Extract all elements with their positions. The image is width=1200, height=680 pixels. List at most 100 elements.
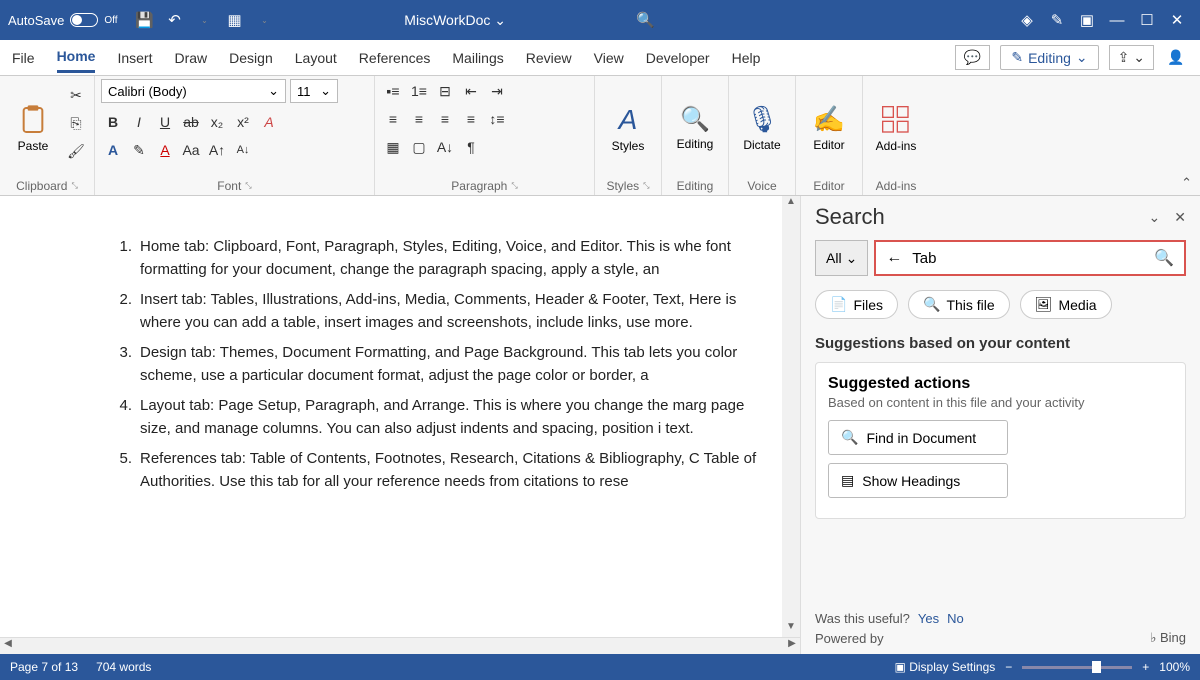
addins-button[interactable]: Add-ins (869, 79, 923, 177)
align-center-icon[interactable]: ≡ (407, 107, 431, 131)
page-indicator[interactable]: Page 7 of 13 (10, 660, 78, 674)
copy-icon[interactable]: ⎘ (64, 111, 88, 135)
display-settings[interactable]: ▣ Display Settings (895, 660, 996, 674)
cut-icon[interactable]: ✂ (64, 83, 88, 107)
tab-layout[interactable]: Layout (295, 44, 337, 72)
autosave-toggle[interactable]: AutoSave Off (8, 13, 118, 28)
borders-icon[interactable]: ▢ (407, 135, 431, 159)
underline-icon[interactable]: U (153, 110, 177, 134)
editing-mode-button[interactable]: ✎ Editing ⌄ (1000, 45, 1098, 70)
italic-icon[interactable]: I (127, 110, 151, 134)
font-color-icon[interactable]: A (153, 138, 177, 162)
list-item[interactable]: References tab: Table of Contents, Footn… (110, 448, 762, 493)
document-title[interactable]: MiscWorkDoc ⌄ (280, 12, 631, 29)
justify-icon[interactable]: ≡ (459, 107, 483, 131)
align-right-icon[interactable]: ≡ (433, 107, 457, 131)
font-size-select[interactable]: 11⌄ (290, 79, 338, 103)
word-count[interactable]: 704 words (96, 660, 151, 674)
window-icon[interactable]: ▣ (1072, 5, 1102, 35)
zoom-slider[interactable] (1022, 666, 1132, 669)
search-input-box[interactable]: ← 🔍 (874, 240, 1186, 276)
scroll-down-icon[interactable]: ▼ (782, 621, 800, 637)
shrink-font-icon[interactable]: A↓ (231, 138, 255, 162)
inc-indent-icon[interactable]: ⇥ (485, 79, 509, 103)
multilevel-list-icon[interactable]: ⊟ (433, 79, 457, 103)
pane-close-icon[interactable]: ✕ (1174, 209, 1186, 226)
search-submit-icon[interactable]: 🔍 (1154, 248, 1174, 268)
close-icon[interactable]: ✕ (1162, 5, 1192, 35)
superscript-icon[interactable]: x² (231, 110, 255, 134)
tab-file[interactable]: File (12, 44, 35, 72)
zoom-level[interactable]: 100% (1159, 660, 1190, 674)
highlight-icon[interactable]: ✎ (127, 138, 151, 162)
scroll-left-icon[interactable]: ◀ (0, 638, 16, 654)
list-item[interactable]: Design tab: Themes, Document Formatting,… (110, 342, 762, 387)
bullet-list-icon[interactable]: ▪≡ (381, 79, 405, 103)
search-input[interactable] (912, 250, 1144, 267)
shading-icon[interactable]: ▦ (381, 135, 405, 159)
vertical-scrollbar[interactable]: ▲ ▼ (782, 196, 800, 637)
dictate-button[interactable]: 🎙Dictate (735, 79, 789, 177)
feedback-no[interactable]: No (947, 611, 964, 626)
line-spacing-icon[interactable]: ↕≡ (485, 107, 509, 131)
maximize-icon[interactable]: ☐ (1132, 5, 1162, 35)
bold-icon[interactable]: B (101, 110, 125, 134)
find-in-document-button[interactable]: 🔍 Find in Document (828, 420, 1008, 455)
format-painter-icon[interactable]: 🖌 (64, 139, 88, 163)
pill-media[interactable]: 🖼 Media (1020, 290, 1112, 319)
document-content[interactable]: Home tab: Clipboard, Font, Paragraph, St… (0, 236, 782, 493)
share-button[interactable]: ⇪ ⌄ (1109, 45, 1154, 70)
document-scroll[interactable]: Home tab: Clipboard, Font, Paragraph, St… (0, 196, 782, 637)
paste-button[interactable]: Paste (6, 79, 60, 177)
tab-references[interactable]: References (359, 44, 431, 72)
editor-button[interactable]: ✍Editor (802, 79, 856, 177)
grow-font-icon[interactable]: A↑ (205, 138, 229, 162)
editing-button[interactable]: 🔍Editing (668, 79, 722, 177)
align-left-icon[interactable]: ≡ (381, 107, 405, 131)
change-case-icon[interactable]: Aa (179, 138, 203, 162)
feedback-yes[interactable]: Yes (918, 611, 939, 626)
tab-insert[interactable]: Insert (117, 44, 152, 72)
tab-view[interactable]: View (594, 44, 624, 72)
horizontal-scrollbar[interactable]: ◀ ▶ (0, 637, 800, 654)
sort-icon[interactable]: A↓ (433, 135, 457, 159)
list-item[interactable]: Layout tab: Page Setup, Paragraph, and A… (110, 395, 762, 440)
tab-mailings[interactable]: Mailings (452, 44, 503, 72)
pill-files[interactable]: 📄 Files (815, 290, 898, 319)
zoom-in-icon[interactable]: + (1142, 660, 1149, 674)
comments-button[interactable]: 💬 (955, 45, 990, 70)
back-arrow-icon[interactable]: ← (886, 249, 902, 267)
diamond-icon[interactable]: ◈ (1012, 5, 1042, 35)
strike-icon[interactable]: ab (179, 110, 203, 134)
collapse-ribbon-icon[interactable]: ⌃ (1181, 175, 1192, 191)
tab-help[interactable]: Help (732, 44, 761, 72)
tab-design[interactable]: Design (229, 44, 273, 72)
text-effects-icon[interactable]: A (101, 138, 125, 162)
show-marks-icon[interactable]: ¶ (459, 135, 483, 159)
show-headings-button[interactable]: ▤ Show Headings (828, 463, 1008, 498)
dec-indent-icon[interactable]: ⇤ (459, 79, 483, 103)
list-item[interactable]: Home tab: Clipboard, Font, Paragraph, St… (110, 236, 762, 281)
list-item[interactable]: Insert tab: Tables, Illustrations, Add-i… (110, 289, 762, 334)
search-scope-all[interactable]: All ⌄ (815, 240, 868, 276)
qat-more-icon[interactable]: ⌄ (250, 5, 280, 35)
tab-draw[interactable]: Draw (174, 44, 207, 72)
tab-developer[interactable]: Developer (646, 44, 710, 72)
font-name-select[interactable]: Calibri (Body)⌄ (101, 79, 286, 103)
styles-button[interactable]: AStyles (601, 79, 655, 177)
toggle-switch[interactable] (70, 13, 98, 27)
scroll-right-icon[interactable]: ▶ (784, 638, 800, 654)
subscript-icon[interactable]: x₂ (205, 110, 229, 134)
number-list-icon[interactable]: 1≡ (407, 79, 431, 103)
save-icon[interactable]: 💾 (130, 5, 160, 35)
clear-format-icon[interactable]: A (257, 110, 281, 134)
pane-dropdown-icon[interactable]: ⌄ (1149, 209, 1161, 226)
profile-icon[interactable]: 👤 (1164, 46, 1188, 70)
tab-review[interactable]: Review (526, 44, 572, 72)
zoom-out-icon[interactable]: − (1005, 660, 1012, 674)
undo-icon[interactable]: ↶ (160, 5, 190, 35)
scroll-up-icon[interactable]: ▲ (782, 196, 800, 212)
pill-thisfile[interactable]: 🔍 This file (908, 290, 1010, 319)
tab-home[interactable]: Home (57, 42, 96, 73)
grid-icon[interactable]: ▦ (220, 5, 250, 35)
